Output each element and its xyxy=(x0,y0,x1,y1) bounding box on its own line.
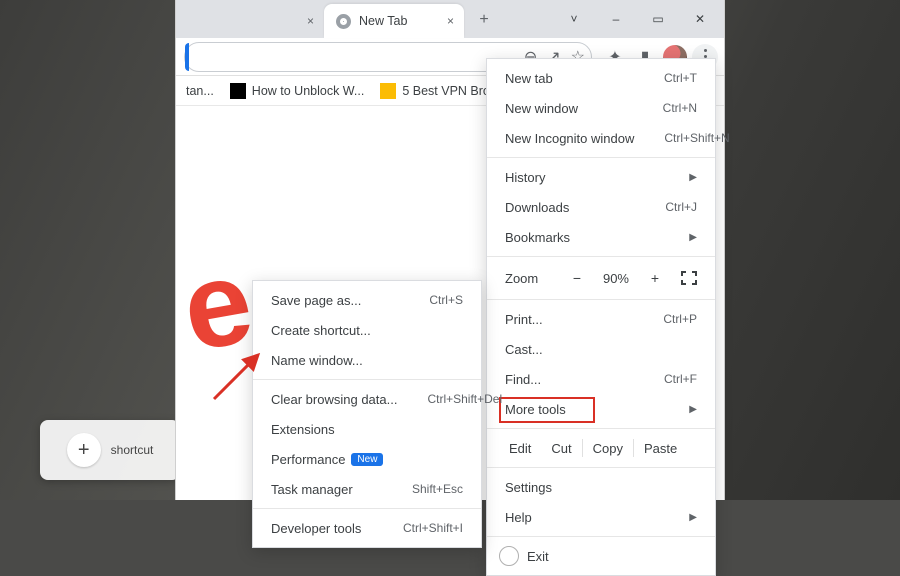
menu-copy[interactable]: Copy xyxy=(583,441,633,456)
close-icon[interactable]: × xyxy=(447,14,454,28)
menu-zoom: Zoom − 90% + xyxy=(487,261,715,295)
minimize-button[interactable]: – xyxy=(596,4,636,34)
submenu-developer-tools[interactable]: Developer toolsCtrl+Shift+I xyxy=(253,513,481,543)
submenu-save-page[interactable]: Save page as...Ctrl+S xyxy=(253,285,481,315)
bookmark-item[interactable]: How to Unblock W... xyxy=(230,83,365,99)
main-menu: New tabCtrl+T New windowCtrl+N New Incog… xyxy=(486,58,716,576)
fullscreen-icon[interactable] xyxy=(681,271,697,285)
close-icon[interactable]: × xyxy=(307,14,314,28)
menu-more-tools[interactable]: More tools▶ xyxy=(487,394,715,424)
submenu-name-window[interactable]: Name window... xyxy=(253,345,481,375)
tab-search-chevron-icon[interactable]: ˅ xyxy=(554,4,594,34)
favicon-icon xyxy=(380,83,396,99)
loading-spinner-icon xyxy=(499,546,519,566)
menu-bookmarks[interactable]: Bookmarks▶ xyxy=(487,222,715,252)
add-shortcut-icon: + xyxy=(67,433,101,467)
submenu-performance[interactable]: PerformanceNew xyxy=(253,444,481,474)
submenu-clear-browsing-data[interactable]: Clear browsing data...Ctrl+Shift+Del xyxy=(253,384,481,414)
menu-history[interactable]: History▶ xyxy=(487,162,715,192)
chrome-icon xyxy=(336,14,351,29)
new-badge: New xyxy=(351,453,383,466)
submenu-extensions[interactable]: Extensions xyxy=(253,414,481,444)
menu-exit[interactable]: Exit xyxy=(487,541,715,571)
menu-new-window[interactable]: New windowCtrl+N xyxy=(487,93,715,123)
menu-print[interactable]: Print...Ctrl+P xyxy=(487,304,715,334)
submenu-create-shortcut[interactable]: Create shortcut... xyxy=(253,315,481,345)
shortcut-label: shortcut xyxy=(111,443,154,457)
zoom-in-button[interactable]: + xyxy=(647,270,663,286)
new-tab-button[interactable]: + xyxy=(470,6,498,34)
tab-title: New Tab xyxy=(359,14,407,28)
google-logo-fragment: e xyxy=(173,231,263,378)
bookmark-item[interactable]: tan... xyxy=(186,84,214,98)
shortcut-tile[interactable]: + shortcut xyxy=(40,420,180,480)
zoom-value: 90% xyxy=(603,271,629,286)
zoom-out-button[interactable]: − xyxy=(569,270,585,286)
menu-incognito[interactable]: New Incognito windowCtrl+Shift+N xyxy=(487,123,715,153)
favicon-icon xyxy=(230,83,246,99)
menu-cast[interactable]: Cast... xyxy=(487,334,715,364)
menu-edit-row: Edit Cut Copy Paste xyxy=(487,433,715,463)
menu-settings[interactable]: Settings xyxy=(487,472,715,502)
tab-active[interactable]: New Tab × xyxy=(324,4,464,38)
menu-paste[interactable]: Paste xyxy=(634,441,687,456)
tab-inactive[interactable]: × xyxy=(184,4,324,38)
menu-find[interactable]: Find...Ctrl+F xyxy=(487,364,715,394)
window-controls: ˅ – ▭ ✕ xyxy=(554,0,720,38)
menu-new-tab[interactable]: New tabCtrl+T xyxy=(487,63,715,93)
close-window-button[interactable]: ✕ xyxy=(680,4,720,34)
chrome-window: × New Tab × + ˅ – ▭ ✕ ⊖ ↗ ☆ ✦ ▮ tan... H xyxy=(175,0,725,500)
more-tools-submenu: Save page as...Ctrl+S Create shortcut...… xyxy=(252,280,482,548)
menu-downloads[interactable]: DownloadsCtrl+J xyxy=(487,192,715,222)
tab-strip: × New Tab × + ˅ – ▭ ✕ xyxy=(176,0,724,38)
maximize-button[interactable]: ▭ xyxy=(638,4,678,34)
menu-help[interactable]: Help▶ xyxy=(487,502,715,532)
menu-cut[interactable]: Cut xyxy=(541,441,581,456)
